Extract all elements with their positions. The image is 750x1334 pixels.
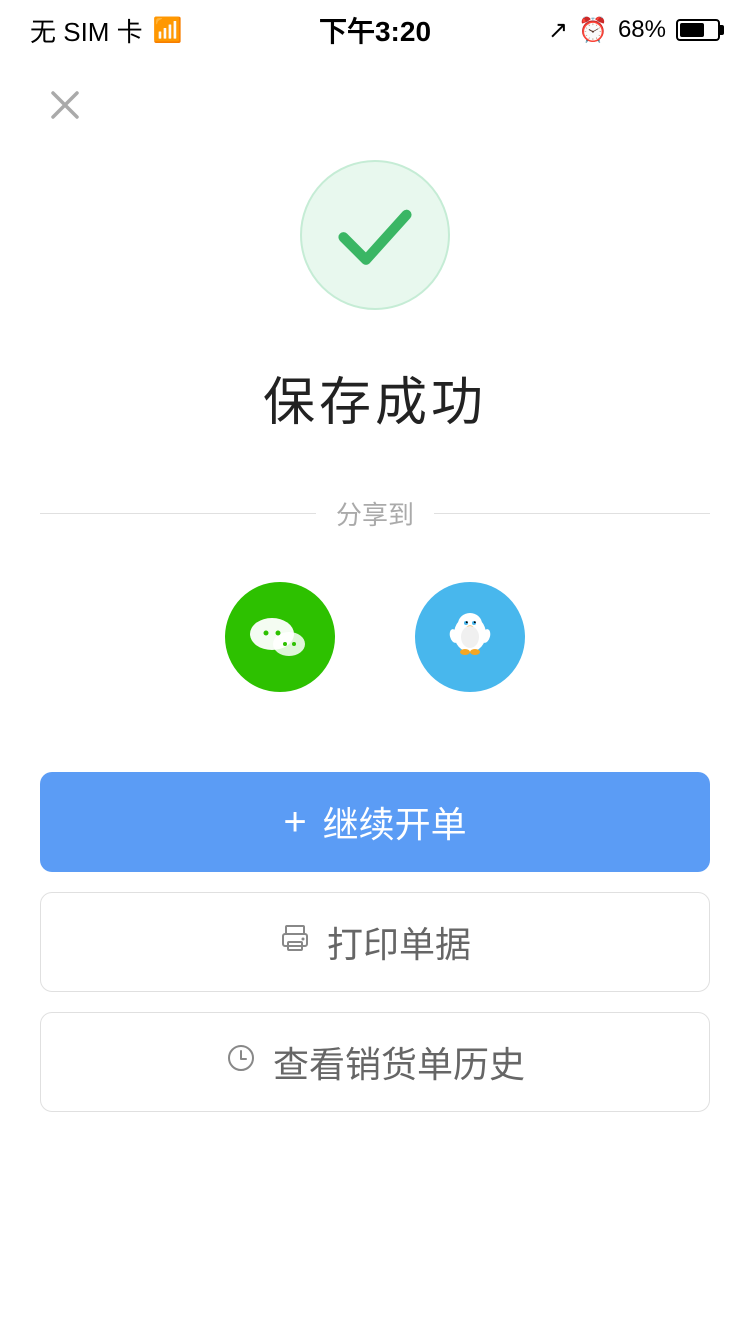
plus-icon: +: [283, 802, 306, 842]
success-icon-circle: [300, 160, 450, 310]
history-button[interactable]: 查看销货单历史: [40, 1012, 710, 1112]
checkmark-icon: [330, 190, 420, 280]
status-right: ↗ ⏰ 68%: [548, 16, 720, 45]
main-content: 保存成功 分享到: [0, 60, 750, 1334]
print-button[interactable]: 打印单据: [40, 892, 710, 992]
alarm-icon: ⏰: [578, 16, 608, 45]
status-bar: 无 SIM 卡 📶 下午3:20 ↗ ⏰ 68%: [0, 0, 750, 60]
clock-icon: [225, 1042, 257, 1082]
share-label: 分享到: [336, 495, 414, 532]
carrier-text: 无 SIM 卡: [30, 12, 143, 49]
status-left: 无 SIM 卡 📶: [30, 12, 183, 49]
print-label: 打印单据: [327, 916, 471, 968]
printer-icon: [279, 922, 311, 962]
wifi-icon: 📶: [153, 16, 183, 45]
battery-icon: [676, 19, 720, 41]
close-icon: [47, 87, 83, 123]
history-label: 查看销货单历史: [273, 1036, 525, 1088]
divider-right: [434, 513, 710, 514]
qq-share-button[interactable]: [415, 582, 525, 692]
share-divider-row: 分享到: [40, 495, 710, 532]
wechat-share-button[interactable]: [225, 582, 335, 692]
actions-section: + 继续开单 打印单据 查看销货单历史: [40, 772, 710, 1112]
qq-icon: [439, 606, 501, 668]
continue-label: 继续开单: [323, 796, 467, 848]
battery-percentage: 68%: [618, 16, 666, 44]
close-button[interactable]: [40, 80, 90, 130]
share-section: 分享到: [40, 495, 710, 692]
share-icons-row: [225, 582, 525, 692]
continue-button[interactable]: + 继续开单: [40, 772, 710, 872]
location-icon: ↗: [548, 16, 568, 45]
wechat-icon: [245, 602, 315, 672]
divider-left: [40, 513, 316, 514]
status-time: 下午3:20: [319, 10, 431, 50]
success-title: 保存成功: [263, 360, 487, 435]
